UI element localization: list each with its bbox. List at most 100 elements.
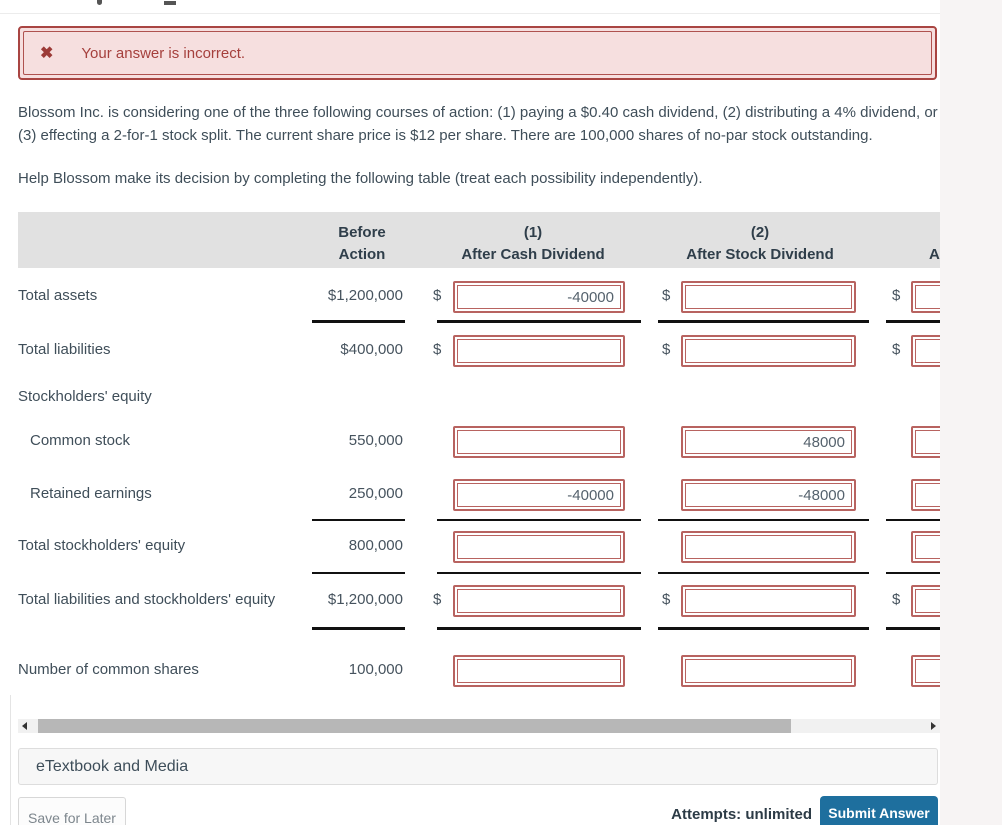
- right-margin-strip: [940, 0, 1002, 825]
- answer-input-after-stock-split-number-of-common-shares[interactable]: [915, 659, 940, 683]
- row-label-number-of-common-shares: Number of common shares: [18, 661, 199, 678]
- answer-box-after-cash-dividend-total-liabilities-and-stockholders-equity: [453, 585, 625, 617]
- answer-input-after-stock-split-common-stock[interactable]: [915, 430, 940, 454]
- answer-input-after-stock-dividend-retained-earnings[interactable]: [685, 483, 852, 507]
- answer-input-after-cash-dividend-common-stock[interactable]: [457, 430, 621, 454]
- horizontal-scrollbar[interactable]: [18, 719, 940, 733]
- row-label-total-liabilities: Total liabilities: [18, 341, 111, 358]
- total-underline: [886, 320, 940, 323]
- total-underline: [437, 572, 641, 574]
- answer-input-after-stock-dividend-common-stock[interactable]: [685, 430, 852, 454]
- left-edge-line: [10, 695, 11, 825]
- answer-input-after-stock-dividend-total-liabilities-and-stockholders-equity[interactable]: [685, 589, 852, 613]
- answer-table: Before Action (1) After Cash Dividend (2…: [0, 0, 940, 825]
- dollar-sign-after-cash-dividend-total-assets: $: [433, 287, 442, 304]
- scrollbar-thumb[interactable]: [38, 719, 791, 733]
- before-action-value-total-liabilities: $400,000: [340, 341, 403, 358]
- total-underline: [658, 519, 869, 521]
- answer-box-after-stock-dividend-common-stock: [681, 426, 856, 458]
- answer-input-after-stock-dividend-total-stockholders-equity[interactable]: [685, 535, 852, 559]
- answer-box-after-cash-dividend-number-of-common-shares: [453, 655, 625, 687]
- dollar-sign-after-stock-dividend-total-liabilities-and-stockholders-equity: $: [662, 591, 671, 608]
- row-label-total-stockholders-equity: Total stockholders' equity: [18, 537, 186, 554]
- header-line: After Stock Dividend: [686, 246, 834, 263]
- before-action-value-common-stock: 550,000: [348, 432, 403, 449]
- total-underline: [658, 572, 869, 574]
- header-line: Before: [338, 224, 386, 241]
- total-underline: [312, 519, 405, 521]
- answer-input-after-cash-dividend-number-of-common-shares[interactable]: [457, 659, 621, 683]
- answer-box-after-stock-dividend-total-liabilities: [681, 335, 856, 367]
- answer-box-after-stock-split-total-assets: [911, 281, 940, 313]
- dollar-sign-after-stock-split-total-assets: $: [892, 287, 901, 304]
- answer-input-after-stock-split-total-liabilities-and-stockholders-equity[interactable]: [915, 589, 940, 613]
- before-action-value-total-stockholders-equity: 800,000: [348, 537, 403, 554]
- dollar-sign-after-cash-dividend-total-liabilities: $: [433, 341, 442, 358]
- total-underline: [658, 627, 869, 630]
- answer-input-after-stock-split-retained-earnings[interactable]: [915, 483, 940, 507]
- column-header-before-action: Before Action: [312, 222, 412, 266]
- answer-input-after-cash-dividend-total-liabilities[interactable]: [457, 339, 621, 363]
- answer-input-after-cash-dividend-retained-earnings[interactable]: [457, 483, 621, 507]
- answer-box-after-stock-split-retained-earnings: [911, 479, 940, 511]
- dollar-sign-after-stock-dividend-total-liabilities: $: [662, 341, 671, 358]
- answer-input-after-stock-split-total-liabilities[interactable]: [915, 339, 940, 363]
- total-underline: [886, 627, 940, 630]
- answer-input-after-stock-dividend-total-assets[interactable]: [685, 285, 852, 309]
- answer-input-after-stock-dividend-number-of-common-shares[interactable]: [685, 659, 852, 683]
- attempts-label: Attempts: unlimited: [671, 806, 812, 823]
- answer-box-after-stock-dividend-total-liabilities-and-stockholders-equity: [681, 585, 856, 617]
- before-action-value-total-assets: $1,200,000: [327, 287, 403, 304]
- total-underline: [437, 627, 641, 630]
- answer-box-after-stock-dividend-number-of-common-shares: [681, 655, 856, 687]
- answer-input-after-cash-dividend-total-liabilities-and-stockholders-equity[interactable]: [457, 589, 621, 613]
- answer-input-after-stock-dividend-total-liabilities[interactable]: [685, 339, 852, 363]
- row-label-total-assets: Total assets: [18, 287, 98, 304]
- total-underline: [886, 572, 940, 574]
- scroll-right-icon: [931, 722, 936, 730]
- answer-input-after-cash-dividend-total-stockholders-equity[interactable]: [457, 535, 621, 559]
- answer-box-after-cash-dividend-common-stock: [453, 426, 625, 458]
- before-action-value-total-liabilities-and-stockholders-equity: $1,200,000: [327, 591, 403, 608]
- answer-box-after-stock-dividend-total-stockholders-equity: [681, 531, 856, 563]
- answer-input-after-stock-split-total-assets[interactable]: [915, 285, 940, 309]
- save-for-later-button[interactable]: Save for Later: [18, 797, 126, 825]
- before-action-value-number-of-common-shares: 100,000: [348, 661, 403, 678]
- header-line: After Cash Dividend: [461, 246, 605, 263]
- answer-box-after-stock-split-total-liabilities: [911, 335, 940, 367]
- scroll-left-icon: [22, 722, 27, 730]
- row-label-total-liabilities-and-stockholders-equity: Total liabilities and stockholders' equi…: [18, 591, 276, 608]
- question-page: ✖ Your answer is incorrect. Blossom Inc.…: [0, 0, 1002, 825]
- total-underline: [312, 320, 405, 323]
- dollar-sign-after-stock-split-total-liabilities: $: [892, 341, 901, 358]
- total-underline: [437, 519, 641, 521]
- row-label-retained-earnings: Retained earnings: [30, 485, 152, 502]
- total-underline: [886, 519, 940, 521]
- column-header-after-cash-dividend: (1) After Cash Dividend: [433, 222, 633, 266]
- answer-box-after-stock-dividend-total-assets: [681, 281, 856, 313]
- submit-answer-button[interactable]: Submit Answer: [820, 796, 938, 825]
- dollar-sign-after-stock-dividend-total-assets: $: [662, 287, 671, 304]
- total-underline: [312, 627, 405, 630]
- header-line: (1): [523, 224, 543, 241]
- column-header-clipped: A: [929, 246, 940, 263]
- answer-input-after-stock-split-total-stockholders-equity[interactable]: [915, 535, 940, 559]
- scroll-right-button[interactable]: [924, 719, 940, 733]
- answer-box-after-cash-dividend-total-assets: [453, 281, 625, 313]
- answer-box-after-stock-split-common-stock: [911, 426, 940, 458]
- answer-box-after-stock-split-total-stockholders-equity: [911, 531, 940, 563]
- row-label-stockholders-equity: Stockholders' equity: [18, 388, 152, 405]
- answer-box-after-stock-dividend-retained-earnings: [681, 479, 856, 511]
- answer-box-after-stock-split-number-of-common-shares: [911, 655, 940, 687]
- dollar-sign-after-stock-split-total-liabilities-and-stockholders-equity: $: [892, 591, 901, 608]
- row-label-common-stock: Common stock: [30, 432, 131, 449]
- answer-box-after-stock-split-total-liabilities-and-stockholders-equity: [911, 585, 940, 617]
- answer-input-after-cash-dividend-total-assets[interactable]: [457, 285, 621, 309]
- total-underline: [312, 572, 405, 574]
- dollar-sign-after-cash-dividend-total-liabilities-and-stockholders-equity: $: [433, 591, 442, 608]
- answer-box-after-cash-dividend-total-liabilities: [453, 335, 625, 367]
- scroll-left-button[interactable]: [18, 719, 34, 733]
- etextbook-and-media-section[interactable]: eTextbook and Media: [18, 748, 938, 785]
- header-line: (2): [750, 224, 770, 241]
- total-underline: [437, 320, 641, 323]
